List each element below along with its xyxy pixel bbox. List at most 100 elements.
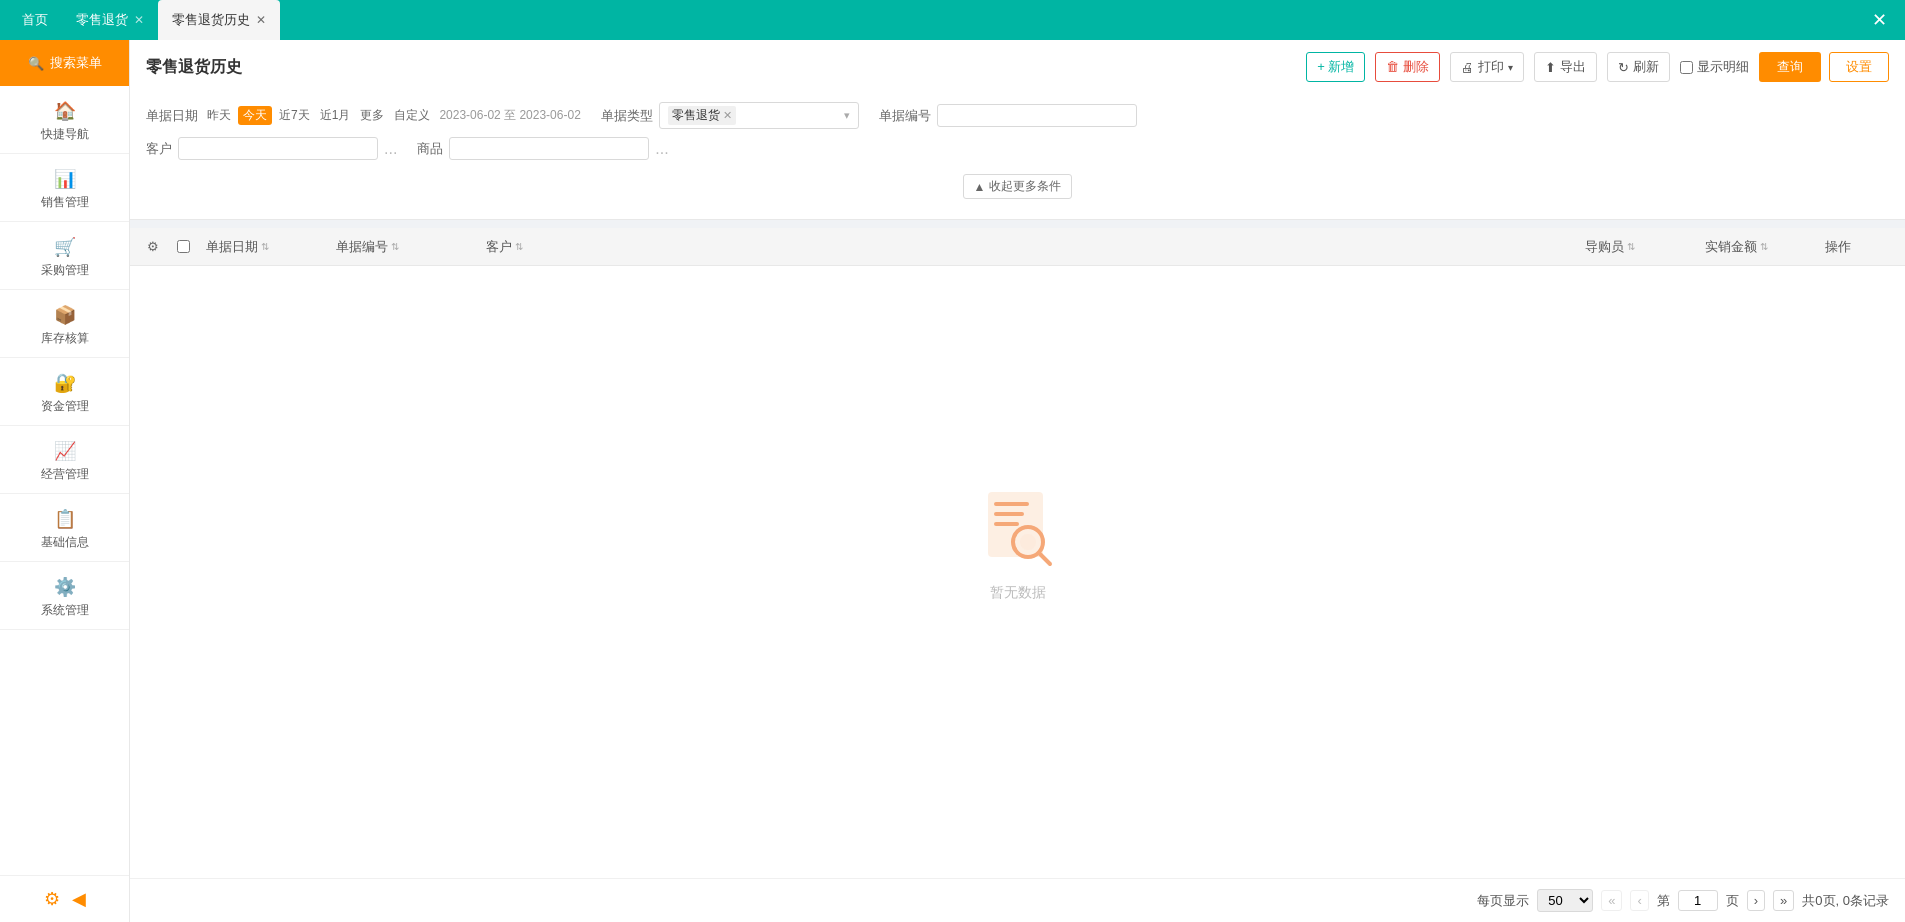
- delete-button[interactable]: 🗑 删除: [1375, 52, 1440, 82]
- sidebar-item-basic-info[interactable]: 📋 基础信息: [0, 494, 129, 562]
- sidebar-item-sales-mgmt[interactable]: 📊 销售管理: [0, 154, 129, 222]
- first-page-btn[interactable]: «: [1601, 890, 1622, 911]
- home-icon: 🏠: [54, 100, 76, 122]
- sidebar-search[interactable]: 🔍 搜索菜单: [0, 40, 129, 86]
- customer-sort-icon: ⇅: [515, 241, 523, 252]
- print-button[interactable]: 🖨 🖨 打印 打印 ▾: [1450, 52, 1524, 82]
- page-title-row: 零售退货历史 + 新增 🗑 删除 🖨 🖨 打印 打印 ▾ ⬆ 导出: [146, 52, 1889, 82]
- next-page-btn[interactable]: ›: [1747, 890, 1765, 911]
- sidebar-item-inventory[interactable]: 📦 库存核算: [0, 290, 129, 358]
- tab-retail-return-history[interactable]: 零售退货历史 ✕: [158, 0, 280, 40]
- shortcut-yesterday[interactable]: 昨天: [204, 106, 234, 125]
- shortcut-custom[interactable]: 自定义: [391, 106, 433, 125]
- filter-customer: 客户 ...: [146, 137, 397, 160]
- filter-voucher-no: 单据编号: [879, 104, 1137, 127]
- table-area: ⚙ 单据日期 ⇅ 单据编号 ⇅ 客户 ⇅ 导购员 ⇅: [130, 228, 1905, 878]
- export-button[interactable]: ⬆ 导出: [1534, 52, 1597, 82]
- close-retail-return-history-tab[interactable]: ✕: [256, 13, 266, 27]
- svg-rect-1: [994, 502, 1029, 506]
- sidebar-bottom: ⚙ ◀: [0, 875, 129, 922]
- customer-ellipsis-icon[interactable]: ...: [384, 140, 397, 158]
- date-sort-icon: ⇅: [261, 241, 269, 252]
- page-header: 零售退货历史 + 新增 🗑 删除 🖨 🖨 打印 打印 ▾ ⬆ 导出: [130, 40, 1905, 220]
- sidebar-item-purchase-mgmt[interactable]: 🛒 采购管理: [0, 222, 129, 290]
- query-button[interactable]: 查询: [1759, 52, 1821, 82]
- filter-voucher-type: 单据类型 零售退货 ✕ ▾: [601, 102, 859, 129]
- page-size-select[interactable]: 20 50 100: [1537, 889, 1593, 912]
- customer-input[interactable]: [178, 137, 378, 160]
- sidebar-item-operations[interactable]: 📈 经营管理: [0, 426, 129, 494]
- last-page-btn[interactable]: »: [1773, 890, 1794, 911]
- svg-rect-3: [994, 522, 1019, 526]
- page-title: 零售退货历史: [146, 57, 242, 78]
- svg-line-5: [1039, 553, 1050, 564]
- filter-row-2: 客户 ... 商品 ...: [146, 137, 1889, 160]
- action-btns: 查询 设置: [1759, 52, 1889, 82]
- sidebar: 🔍 搜索菜单 🏠 快捷导航 📊 销售管理 🛒 采购管理 📦 库存核算 🔐 资金管…: [0, 40, 130, 922]
- voucher-sort-icon: ⇅: [391, 241, 399, 252]
- prev-page-btn[interactable]: ‹: [1630, 890, 1648, 911]
- voucher-no-input[interactable]: [937, 104, 1137, 127]
- collapse-sidebar-icon[interactable]: ◀: [72, 888, 86, 910]
- table-header: ⚙ 单据日期 ⇅ 单据编号 ⇅ 客户 ⇅ 导购员 ⇅: [130, 228, 1905, 266]
- main-layout: 🔍 搜索菜单 🏠 快捷导航 📊 销售管理 🛒 采购管理 📦 库存核算 🔐 资金管…: [0, 40, 1905, 922]
- sys-icon: ⚙️: [54, 576, 76, 598]
- empty-state: 暂无数据: [130, 266, 1905, 878]
- sidebar-item-finance[interactable]: 🔐 资金管理: [0, 358, 129, 426]
- select-all-checkbox[interactable]: [177, 240, 190, 253]
- collapse-filter-btn[interactable]: ▲ 收起更多条件: [963, 174, 1073, 199]
- search-icon: 🔍: [28, 56, 44, 71]
- show-detail-checkbox[interactable]: [1680, 61, 1693, 74]
- filter-goods: 商品 ...: [417, 137, 668, 160]
- th-date[interactable]: 单据日期 ⇅: [198, 238, 328, 256]
- voucher-type-tag: 零售退货 ✕: [668, 106, 736, 125]
- new-button[interactable]: + 新增: [1306, 52, 1365, 82]
- operations-icon: 📈: [54, 440, 76, 462]
- empty-state-illustration: [968, 482, 1068, 572]
- voucher-type-select[interactable]: 零售退货 ✕ ▾: [659, 102, 859, 129]
- top-tab-bar: 首页 零售退货 ✕ 零售退货历史 ✕ ✕: [0, 0, 1905, 40]
- filter-row-1: 单据日期 昨天 今天 近7天 近1月 更多 自定义 2023-06-02 至 2…: [146, 102, 1889, 129]
- goods-input[interactable]: [449, 137, 649, 160]
- shortcut-more[interactable]: 更多: [357, 106, 387, 125]
- collapse-up-icon: ▲: [974, 180, 986, 194]
- page-number-input[interactable]: [1678, 890, 1718, 911]
- sales-icon: 📊: [54, 168, 76, 190]
- sidebar-item-sys-mgmt[interactable]: ⚙️ 系统管理: [0, 562, 129, 630]
- date-shortcuts: 昨天 今天 近7天 近1月 更多 自定义: [204, 106, 433, 125]
- th-operation: 操作: [1817, 238, 1897, 256]
- svg-point-6: [1020, 534, 1036, 550]
- filter-area: 单据日期 昨天 今天 近7天 近1月 更多 自定义 2023-06-02 至 2…: [146, 92, 1889, 219]
- refresh-button[interactable]: ↻ 刷新: [1607, 52, 1670, 82]
- print-dropdown-icon: ▾: [1508, 62, 1513, 73]
- basic-info-icon: 📋: [54, 508, 76, 530]
- toolbar: + 新增 🗑 删除 🖨 🖨 打印 打印 ▾ ⬆ 导出 ↻ 刷新: [1306, 52, 1889, 82]
- th-customer[interactable]: 客户 ⇅: [478, 238, 1577, 256]
- settings-button[interactable]: 设置: [1829, 52, 1889, 82]
- voucher-type-tag-clear[interactable]: ✕: [723, 109, 732, 122]
- close-retail-return-tab[interactable]: ✕: [134, 13, 144, 27]
- tab-retail-return[interactable]: 零售退货 ✕: [62, 0, 158, 40]
- sidebar-item-quick-nav[interactable]: 🏠 快捷导航: [0, 86, 129, 154]
- filter-date: 单据日期 昨天 今天 近7天 近1月 更多 自定义 2023-06-02 至 2…: [146, 106, 581, 125]
- svg-rect-2: [994, 512, 1024, 516]
- page-total: 共0页, 0条记录: [1802, 892, 1889, 910]
- voucher-type-dropdown-icon: ▾: [844, 109, 850, 122]
- tab-home[interactable]: 首页: [8, 0, 62, 40]
- th-settings-icon[interactable]: ⚙: [138, 239, 168, 254]
- th-amount[interactable]: 实销金额 ⇅: [1697, 238, 1817, 256]
- purchase-icon: 🛒: [54, 236, 76, 258]
- window-close-btn[interactable]: ✕: [1862, 9, 1897, 31]
- settings-bottom-icon[interactable]: ⚙: [44, 888, 60, 910]
- th-voucher-no[interactable]: 单据编号 ⇅: [328, 238, 478, 256]
- goods-ellipsis-icon[interactable]: ...: [655, 140, 668, 158]
- th-select-all[interactable]: [168, 240, 198, 253]
- shortcut-last1m[interactable]: 近1月: [317, 106, 354, 125]
- shortcut-last7[interactable]: 近7天: [276, 106, 313, 125]
- content-area: 零售退货历史 + 新增 🗑 删除 🖨 🖨 打印 打印 ▾ ⬆ 导出: [130, 40, 1905, 922]
- shortcut-today[interactable]: 今天: [238, 106, 272, 125]
- th-guide[interactable]: 导购员 ⇅: [1577, 238, 1697, 256]
- show-detail-checkbox-label[interactable]: 显示明细: [1680, 58, 1749, 76]
- finance-icon: 🔐: [54, 372, 76, 394]
- amount-sort-icon: ⇅: [1760, 241, 1768, 252]
